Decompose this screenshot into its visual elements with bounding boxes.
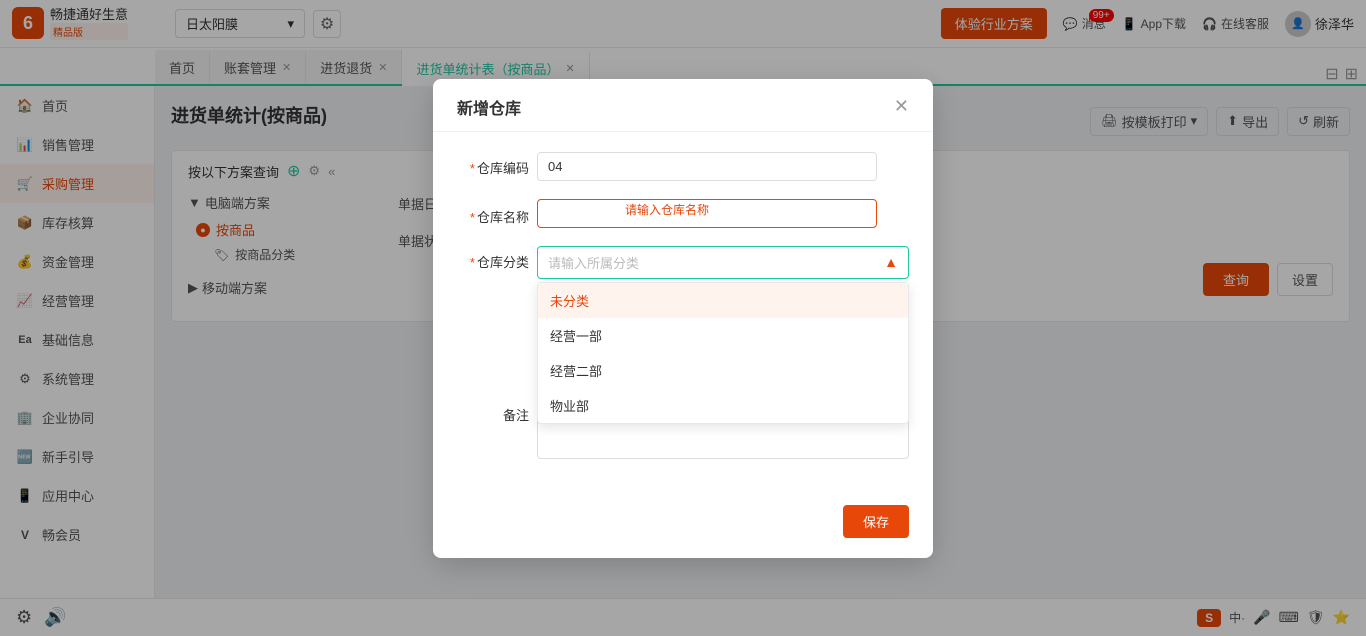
category-placeholder: 请输入所属分类: [548, 253, 639, 272]
category-wrapper: 请输入所属分类 ▲ 未分类 经营一部 经营二部: [537, 246, 909, 279]
dialog-header: 新增仓库 ✕: [433, 79, 933, 132]
category-dropdown-trigger[interactable]: 请输入所属分类 ▲: [537, 246, 909, 279]
dialog-footer: 保存: [433, 493, 933, 558]
dialog-close-button[interactable]: ✕: [894, 96, 909, 117]
save-button[interactable]: 保存: [843, 505, 909, 538]
code-input[interactable]: [537, 152, 877, 181]
dialog-body: 仓库编码 仓库名称 请输入仓库名称 仓库分类 请输入所属分类 ▲: [433, 132, 933, 493]
dialog-title: 新增仓库: [457, 95, 521, 119]
form-row-category: 仓库分类 请输入所属分类 ▲ 未分类 经营一部 经营二: [457, 246, 909, 279]
dropdown-item-dept1[interactable]: 经营一部: [538, 318, 908, 353]
remark-label: 备注: [457, 399, 537, 424]
name-label: 仓库名称: [457, 201, 537, 226]
category-label: 仓库分类: [457, 246, 537, 271]
category-dropdown-list: 未分类 经营一部 经营二部 物业部: [537, 282, 909, 424]
dropdown-item-dept3[interactable]: 物业部: [538, 388, 908, 423]
dialog-overlay: 新增仓库 ✕ 仓库编码 仓库名称 请输入仓库名称 仓库分类: [0, 0, 1366, 636]
name-error-msg: 请输入仓库名称: [625, 201, 709, 218]
dropdown-none-label: 未分类: [550, 294, 589, 309]
dropdown-dept2-label: 经营二部: [550, 364, 602, 379]
dropdown-item-none[interactable]: 未分类: [538, 283, 908, 318]
dropdown-dept1-label: 经营一部: [550, 329, 602, 344]
dropdown-item-dept2[interactable]: 经营二部: [538, 353, 908, 388]
new-warehouse-dialog: 新增仓库 ✕ 仓库编码 仓库名称 请输入仓库名称 仓库分类: [433, 79, 933, 558]
code-label: 仓库编码: [457, 152, 537, 177]
form-row-code: 仓库编码: [457, 152, 909, 181]
dropdown-dept3-label: 物业部: [550, 399, 589, 414]
form-row-name: 仓库名称 请输入仓库名称: [457, 199, 909, 228]
category-arrow-up-icon: ▲: [884, 254, 898, 270]
